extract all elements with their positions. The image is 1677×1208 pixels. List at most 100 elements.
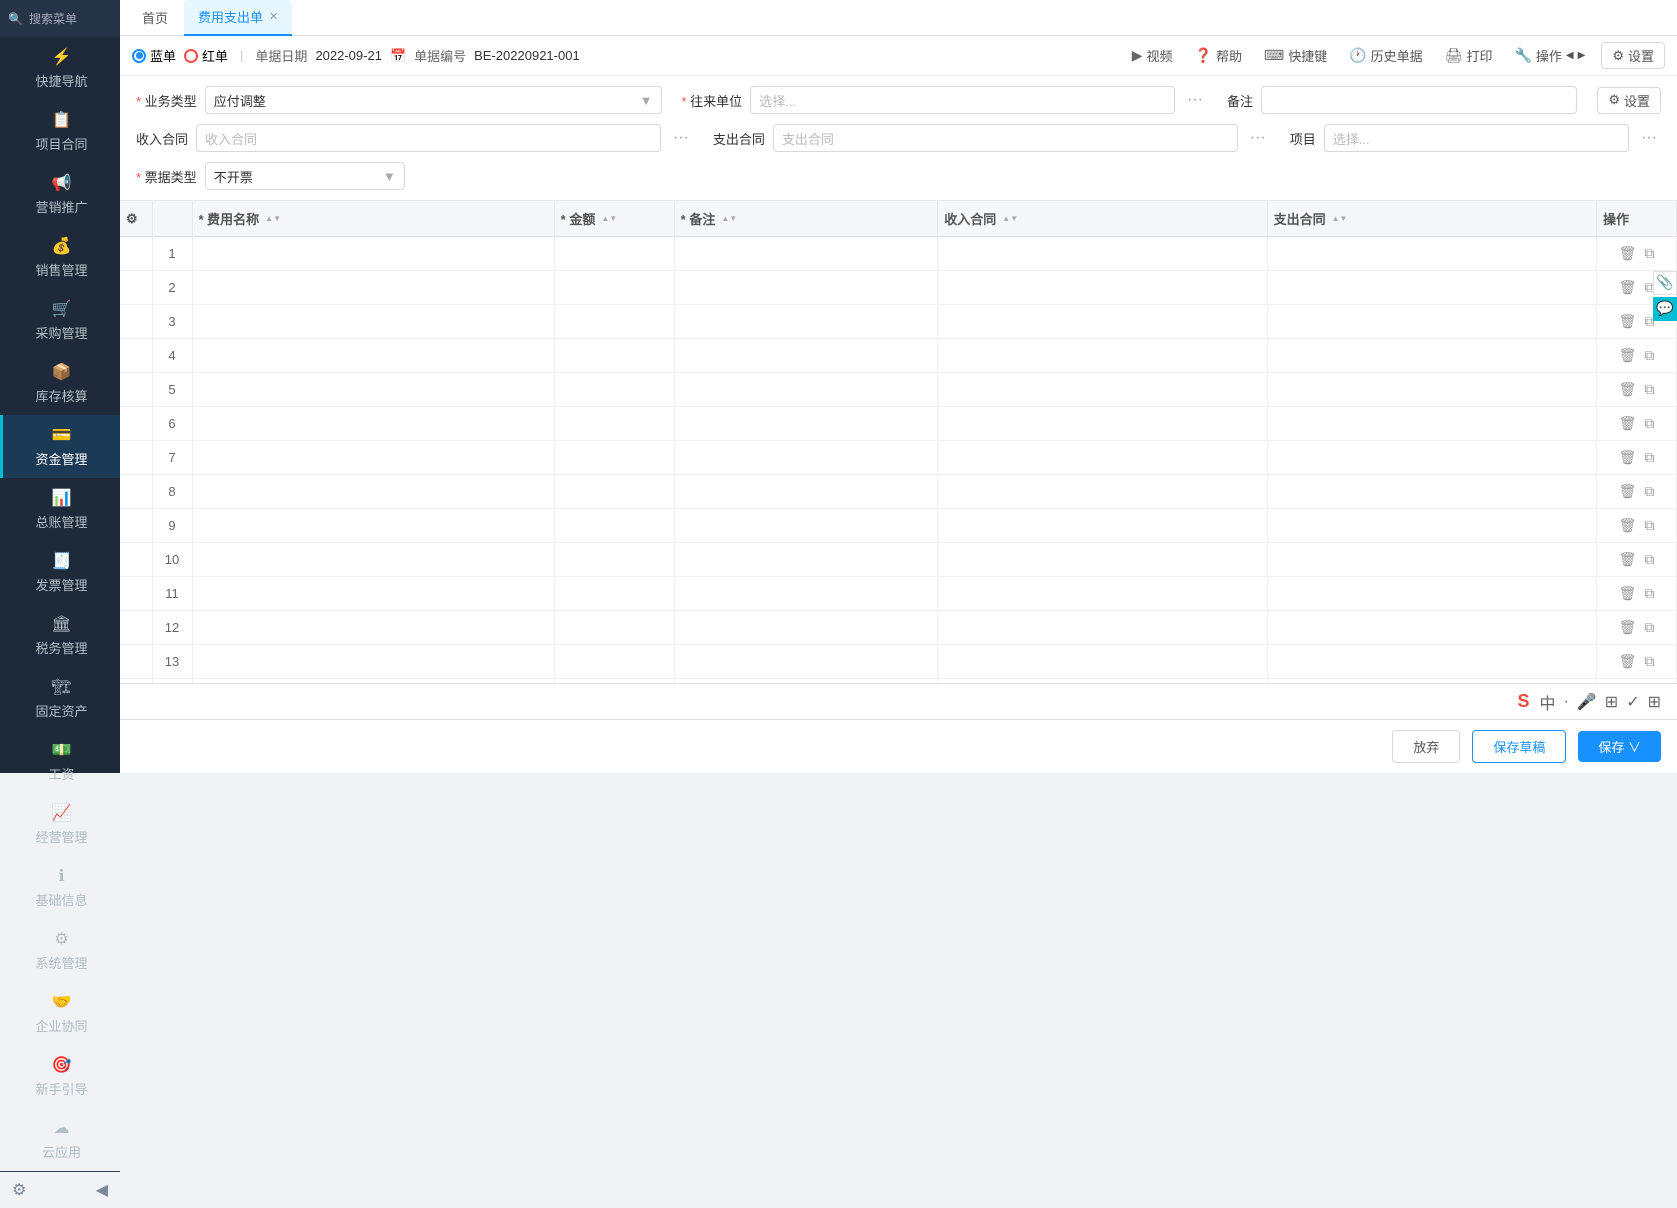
td-income-contract[interactable]	[938, 577, 1267, 611]
td-expense-name[interactable]	[192, 645, 554, 679]
right-icon-chat[interactable]: 💬	[1653, 297, 1677, 321]
delete-row-btn[interactable]: 🗑	[1617, 243, 1639, 264]
td-amount[interactable]	[554, 577, 674, 611]
sidebar-item-quick-nav[interactable]: ⚡ 快捷导航	[0, 37, 120, 100]
expense-contract-input[interactable]: 支出合同	[773, 124, 1238, 152]
td-expense-contract[interactable]	[1267, 373, 1596, 407]
note-input[interactable]	[1261, 86, 1577, 114]
sidebar-search[interactable]: 🔍 搜索菜单	[0, 0, 120, 37]
td-income-contract[interactable]	[938, 339, 1267, 373]
save-button[interactable]: 保存 ∨	[1578, 731, 1661, 762]
td-expense-name[interactable]	[192, 475, 554, 509]
td-note[interactable]	[674, 305, 938, 339]
td-income-contract[interactable]	[938, 271, 1267, 305]
invoice-type-select[interactable]: 不开票 ▼	[205, 162, 405, 190]
td-note[interactable]	[674, 509, 938, 543]
td-amount[interactable]	[554, 237, 674, 271]
sidebar-item-system[interactable]: ⚙ 系统管理	[0, 919, 120, 982]
td-expense-contract[interactable]	[1267, 339, 1596, 373]
copy-row-btn[interactable]: ⧉	[1642, 481, 1656, 502]
sidebar-item-marketing[interactable]: 📢 营销推广	[0, 163, 120, 226]
td-expense-contract[interactable]	[1267, 611, 1596, 645]
video-btn[interactable]: ▶ 视频	[1126, 44, 1179, 67]
bottom-icon-chinese[interactable]: 中	[1540, 690, 1556, 714]
td-expense-contract[interactable]	[1267, 305, 1596, 339]
td-expense-contract[interactable]	[1267, 475, 1596, 509]
td-income-contract[interactable]	[938, 611, 1267, 645]
td-income-contract[interactable]	[938, 407, 1267, 441]
td-expense-contract[interactable]	[1267, 645, 1596, 679]
th-settings[interactable]: ⚙	[120, 201, 152, 237]
bottom-icon-mic[interactable]: 🎤	[1577, 692, 1597, 712]
sort-arrows-note[interactable]: ▲▼	[721, 214, 737, 223]
td-expense-name[interactable]	[192, 237, 554, 271]
sidebar-item-project-contract[interactable]: 📋 项目合同	[0, 100, 120, 163]
copy-row-btn[interactable]: ⧉	[1642, 345, 1656, 366]
td-note[interactable]	[674, 271, 938, 305]
sort-arrows-expense-contract[interactable]: ▲▼	[1332, 214, 1348, 223]
td-expense-name[interactable]	[192, 543, 554, 577]
history-btn[interactable]: 🕐 历史单据	[1343, 44, 1428, 67]
delete-row-btn[interactable]: 🗑	[1617, 379, 1639, 400]
td-amount[interactable]	[554, 475, 674, 509]
td-note[interactable]	[674, 237, 938, 271]
sidebar-item-funds[interactable]: 💳 资金管理	[0, 415, 120, 478]
td-amount[interactable]	[554, 441, 674, 475]
sidebar-item-new-guide[interactable]: 🎯 新手引导	[0, 1045, 120, 1108]
delete-row-btn[interactable]: 🗑	[1617, 345, 1639, 366]
sidebar-item-assets[interactable]: 🏗 固定资产	[0, 667, 120, 730]
td-note[interactable]	[674, 543, 938, 577]
td-expense-name[interactable]	[192, 271, 554, 305]
td-income-contract[interactable]	[938, 645, 1267, 679]
sidebar-item-enterprise[interactable]: 🤝 企业协同	[0, 982, 120, 1045]
td-expense-name[interactable]	[192, 373, 554, 407]
delete-row-btn[interactable]: 🗑	[1617, 515, 1639, 536]
copy-row-btn[interactable]: ⧉	[1642, 549, 1656, 570]
radio-blue-bill[interactable]: 蓝单	[132, 46, 176, 65]
td-expense-name[interactable]	[192, 611, 554, 645]
delete-row-btn[interactable]: 🗑	[1617, 617, 1639, 638]
delete-row-btn[interactable]: 🗑	[1617, 277, 1639, 298]
delete-row-btn[interactable]: 🗑	[1617, 413, 1639, 434]
td-note[interactable]	[674, 611, 938, 645]
calendar-icon[interactable]: 📅	[390, 48, 406, 64]
sidebar-item-inventory[interactable]: 📦 库存核算	[0, 352, 120, 415]
td-amount[interactable]	[554, 373, 674, 407]
copy-row-btn[interactable]: ⧉	[1642, 515, 1656, 536]
tab-home[interactable]: 首页	[128, 0, 182, 36]
settings-icon[interactable]: ⚙	[12, 1180, 26, 1200]
save-draft-button[interactable]: 保存草稿	[1472, 730, 1566, 763]
td-expense-contract[interactable]	[1267, 441, 1596, 475]
income-contract-input[interactable]: 收入合同	[196, 124, 661, 152]
sort-arrows-income-contract[interactable]: ▲▼	[1002, 214, 1018, 223]
delete-row-btn[interactable]: 🗑	[1617, 549, 1639, 570]
td-amount[interactable]	[554, 543, 674, 577]
td-amount[interactable]	[554, 407, 674, 441]
tab-expense-bill[interactable]: 费用支出单✕	[184, 0, 292, 36]
td-note[interactable]	[674, 339, 938, 373]
sort-arrows-expense-name[interactable]: ▲▼	[265, 214, 281, 223]
copy-row-btn[interactable]: ⧉	[1642, 447, 1656, 468]
td-amount[interactable]	[554, 305, 674, 339]
td-income-contract[interactable]	[938, 373, 1267, 407]
delete-row-btn[interactable]: 🗑	[1617, 311, 1639, 332]
td-expense-name[interactable]	[192, 305, 554, 339]
sidebar-item-accounting[interactable]: 📊 总账管理	[0, 478, 120, 541]
td-note[interactable]	[674, 441, 938, 475]
right-icon-clip[interactable]: 📎	[1653, 271, 1677, 295]
td-expense-name[interactable]	[192, 441, 554, 475]
td-expense-name[interactable]	[192, 339, 554, 373]
td-income-contract[interactable]	[938, 543, 1267, 577]
radio-red-bill[interactable]: 红单	[184, 46, 228, 65]
td-note[interactable]	[674, 475, 938, 509]
td-expense-name[interactable]	[192, 509, 554, 543]
td-expense-contract[interactable]	[1267, 407, 1596, 441]
td-expense-contract[interactable]	[1267, 237, 1596, 271]
td-income-contract[interactable]	[938, 509, 1267, 543]
td-amount[interactable]	[554, 339, 674, 373]
td-amount[interactable]	[554, 645, 674, 679]
project-input[interactable]: 选择...	[1324, 124, 1629, 152]
copy-row-btn[interactable]: ⧉	[1642, 413, 1656, 434]
sidebar-item-purchase[interactable]: 🛒 采购管理	[0, 289, 120, 352]
copy-row-btn[interactable]: ⧉	[1642, 243, 1656, 264]
